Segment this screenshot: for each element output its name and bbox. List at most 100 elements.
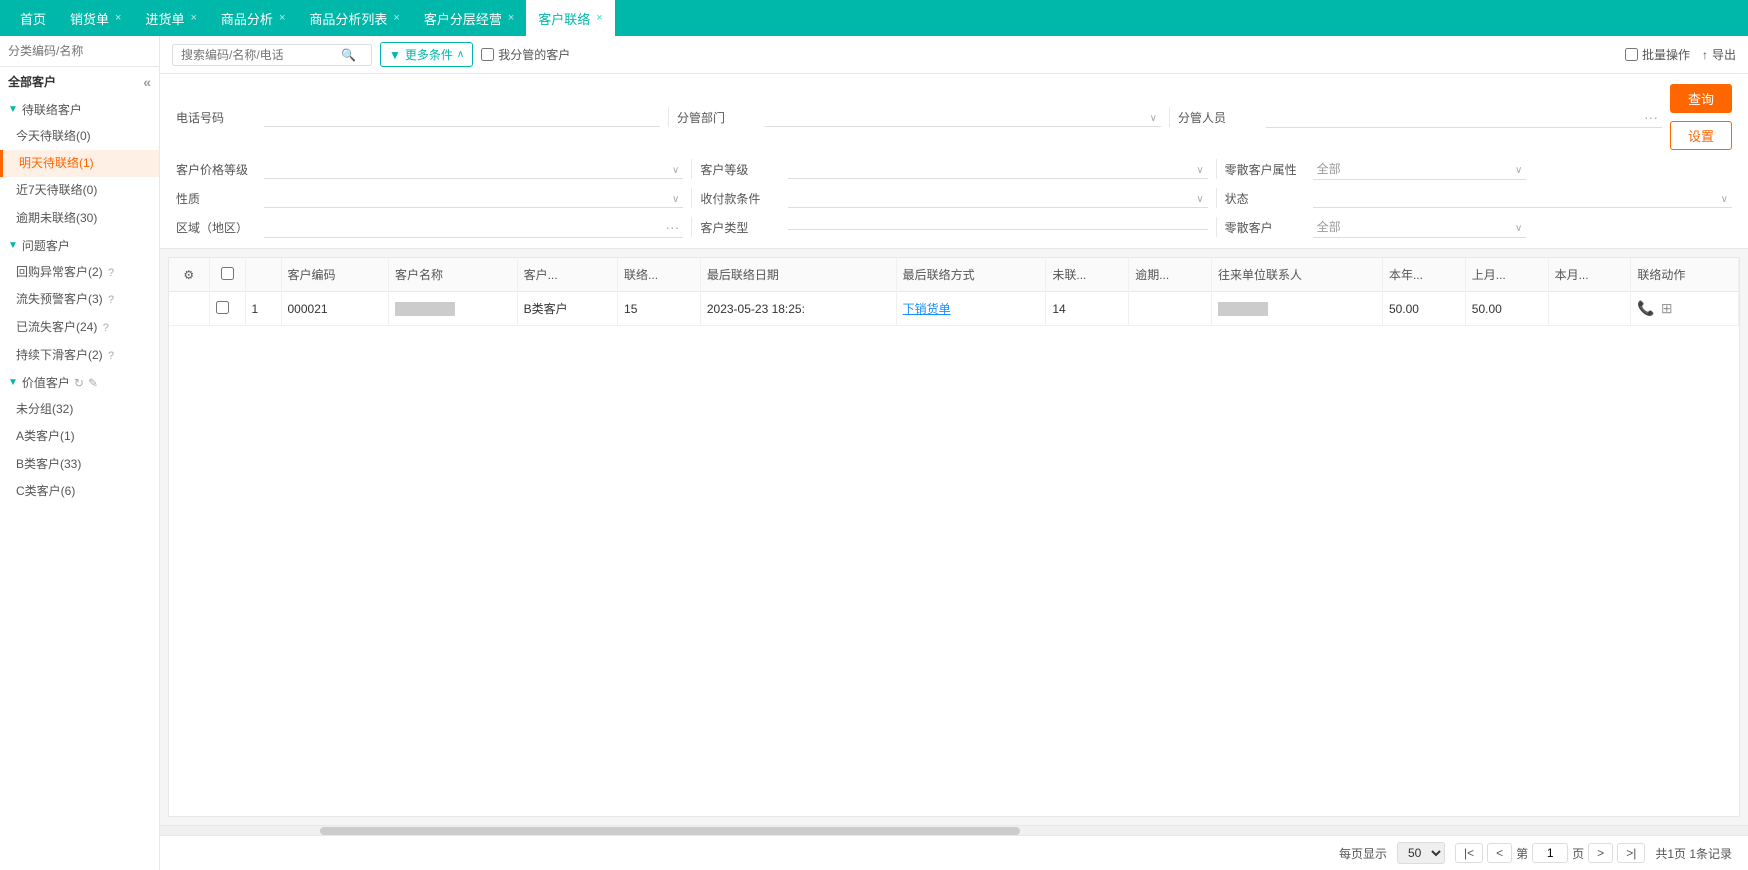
horizontal-scrollbar[interactable]: [160, 825, 1748, 835]
sidebar-item-declining[interactable]: 持续下滑客户(2) ?: [0, 342, 159, 370]
sidebar-item-repurchase[interactable]: 回购异常客户(2) ?: [0, 259, 159, 287]
divider: [668, 107, 669, 127]
nav-customer-contact[interactable]: 客户联络 ×: [526, 0, 614, 36]
top-navigation: 首页 销货单 × 进货单 × 商品分析 × 商品分析列表 × 客户分层经营 × …: [0, 0, 1748, 36]
filter-level-select[interactable]: [788, 160, 1207, 179]
refresh-icon[interactable]: ↻: [74, 376, 84, 390]
nav-home[interactable]: 首页: [8, 0, 58, 36]
collapse-icon[interactable]: «: [143, 74, 151, 90]
sidebar-item-c-class[interactable]: C类客户(6): [0, 478, 159, 505]
all-customers-title[interactable]: 全部客户 «: [0, 67, 159, 96]
row-last-date: 2023-05-23 18:25:: [700, 292, 896, 326]
sidebar-item-lost[interactable]: 已流失客户(24) ?: [0, 314, 159, 342]
filter-gender-select[interactable]: [264, 189, 683, 208]
row-checkbox[interactable]: [216, 301, 229, 314]
sidebar-search-box[interactable]: 🔍: [0, 36, 159, 67]
next-page-btn[interactable]: >: [1588, 843, 1613, 863]
row-num: 1: [245, 292, 281, 326]
last-page-btn[interactable]: >|: [1617, 843, 1645, 863]
page-unit: 页: [1572, 845, 1584, 862]
row-name[interactable]: [388, 292, 517, 326]
col-header-last-month: 上月...: [1465, 258, 1548, 292]
phone-icon[interactable]: 📞: [1637, 300, 1654, 317]
pending-group-label: ▼ 待联络客户: [0, 96, 159, 123]
sidebar-item-today[interactable]: 今天待联络(0): [0, 123, 159, 150]
filter-zero-select[interactable]: 全部: [1313, 216, 1527, 238]
value-group-label: ▼ 价值客户 ↻ ✎: [0, 369, 159, 396]
close-icon[interactable]: ×: [596, 12, 602, 24]
nav-sales[interactable]: 销货单 ×: [58, 0, 133, 36]
filter-gender-label: 性质: [176, 190, 256, 207]
col-header-this-year: 本年...: [1382, 258, 1465, 292]
problem-group-label: ▼ 问题客户: [0, 232, 159, 259]
filter-status-label: 状态: [1225, 190, 1305, 207]
per-page-select[interactable]: 50: [1397, 842, 1445, 864]
set-button[interactable]: 设置: [1670, 121, 1732, 150]
filter-status: 状态: [1225, 189, 1732, 208]
close-icon[interactable]: ×: [190, 12, 196, 24]
filter-row-4: 区域（地区） 客户类型 零散客户 全部: [176, 216, 1732, 238]
sidebar-search-input[interactable]: [8, 44, 160, 58]
col-header-this-month: 本月...: [1548, 258, 1631, 292]
batch-op-btn[interactable]: 批量操作: [1625, 46, 1690, 63]
filter-area-select[interactable]: [264, 217, 683, 238]
sidebar-item-b-class[interactable]: B类客户(33): [0, 451, 159, 478]
filter-phone-input[interactable]: [264, 108, 660, 127]
close-icon[interactable]: ×: [393, 12, 399, 24]
filter-person-select[interactable]: [1266, 107, 1662, 128]
col-header-name: 客户名称: [388, 258, 517, 292]
filter-payment-select[interactable]: [788, 189, 1207, 208]
filter-zero-attr-select[interactable]: 全部: [1313, 158, 1527, 180]
col-header-contacts: 往来单位联系人: [1212, 258, 1383, 292]
filter-payment: 收付款条件: [700, 189, 1207, 208]
filter-payment-label: 收付款条件: [700, 190, 780, 207]
sidebar-item-losing[interactable]: 流失预警客户(3) ?: [0, 286, 159, 314]
my-customers-check[interactable]: [481, 48, 494, 61]
filter-dept-select[interactable]: [765, 108, 1161, 127]
row-check[interactable]: [209, 292, 245, 326]
search-input[interactable]: [181, 48, 341, 62]
my-customers-checkbox[interactable]: 我分管的客户: [481, 46, 570, 63]
close-icon[interactable]: ×: [115, 12, 121, 24]
col-header-last-method: 最后联络方式: [896, 258, 1046, 292]
query-button[interactable]: 查询: [1670, 84, 1732, 113]
grid-icon[interactable]: ⊞: [1661, 300, 1673, 317]
sidebar-item-7days[interactable]: 近7天待联络(0): [0, 177, 159, 204]
close-icon[interactable]: ×: [279, 12, 285, 24]
search-icon[interactable]: 🔍: [341, 48, 356, 62]
row-contact: 15: [618, 292, 701, 326]
filter-type-select[interactable]: [788, 225, 1207, 230]
export-btn[interactable]: ↑ 导出: [1702, 46, 1736, 63]
last-method-link[interactable]: 下销货单: [903, 302, 951, 316]
filter-price-label: 客户价格等级: [176, 161, 256, 178]
filter-status-select[interactable]: [1313, 189, 1732, 208]
nav-customer-segment[interactable]: 客户分层经营 ×: [412, 0, 526, 36]
nav-purchase[interactable]: 进货单 ×: [133, 0, 208, 36]
sidebar-item-overdue[interactable]: 逾期未联络(30): [0, 205, 159, 232]
arrow-icon: ▼: [8, 240, 18, 251]
filter-price-select[interactable]: [264, 160, 683, 179]
name-masked: [395, 302, 455, 316]
nav-goods-analysis[interactable]: 商品分析 ×: [209, 0, 297, 36]
data-table: ⚙ 客户编码 客户名称 客户... 联络... 最后联络日期 最后联络方式 未联…: [169, 258, 1739, 326]
search-box[interactable]: 🔍: [172, 44, 372, 66]
batch-op-check[interactable]: [1625, 48, 1638, 61]
divider: [691, 188, 692, 208]
first-page-btn[interactable]: |<: [1455, 843, 1483, 863]
edit-icon[interactable]: ✎: [88, 376, 98, 390]
sidebar-item-unclassified[interactable]: 未分组(32): [0, 396, 159, 423]
select-all-check[interactable]: [221, 267, 234, 280]
col-header-check[interactable]: [209, 258, 245, 292]
filter-btn[interactable]: ▼ 更多条件 ∧: [380, 42, 473, 67]
nav-goods-analysis-list[interactable]: 商品分析列表 ×: [297, 0, 411, 36]
prev-page-btn[interactable]: <: [1487, 843, 1512, 863]
page-input[interactable]: [1532, 843, 1568, 863]
row-last-method[interactable]: 下销货单: [896, 292, 1046, 326]
scrollbar-thumb[interactable]: [320, 827, 1020, 835]
divider: [1216, 188, 1217, 208]
sidebar-item-a-class[interactable]: A类客户(1): [0, 423, 159, 450]
divider: [1216, 217, 1217, 237]
col-header-gear[interactable]: ⚙: [169, 258, 209, 292]
close-icon[interactable]: ×: [508, 12, 514, 24]
sidebar-item-tomorrow[interactable]: 明天待联络(1): [0, 150, 159, 177]
